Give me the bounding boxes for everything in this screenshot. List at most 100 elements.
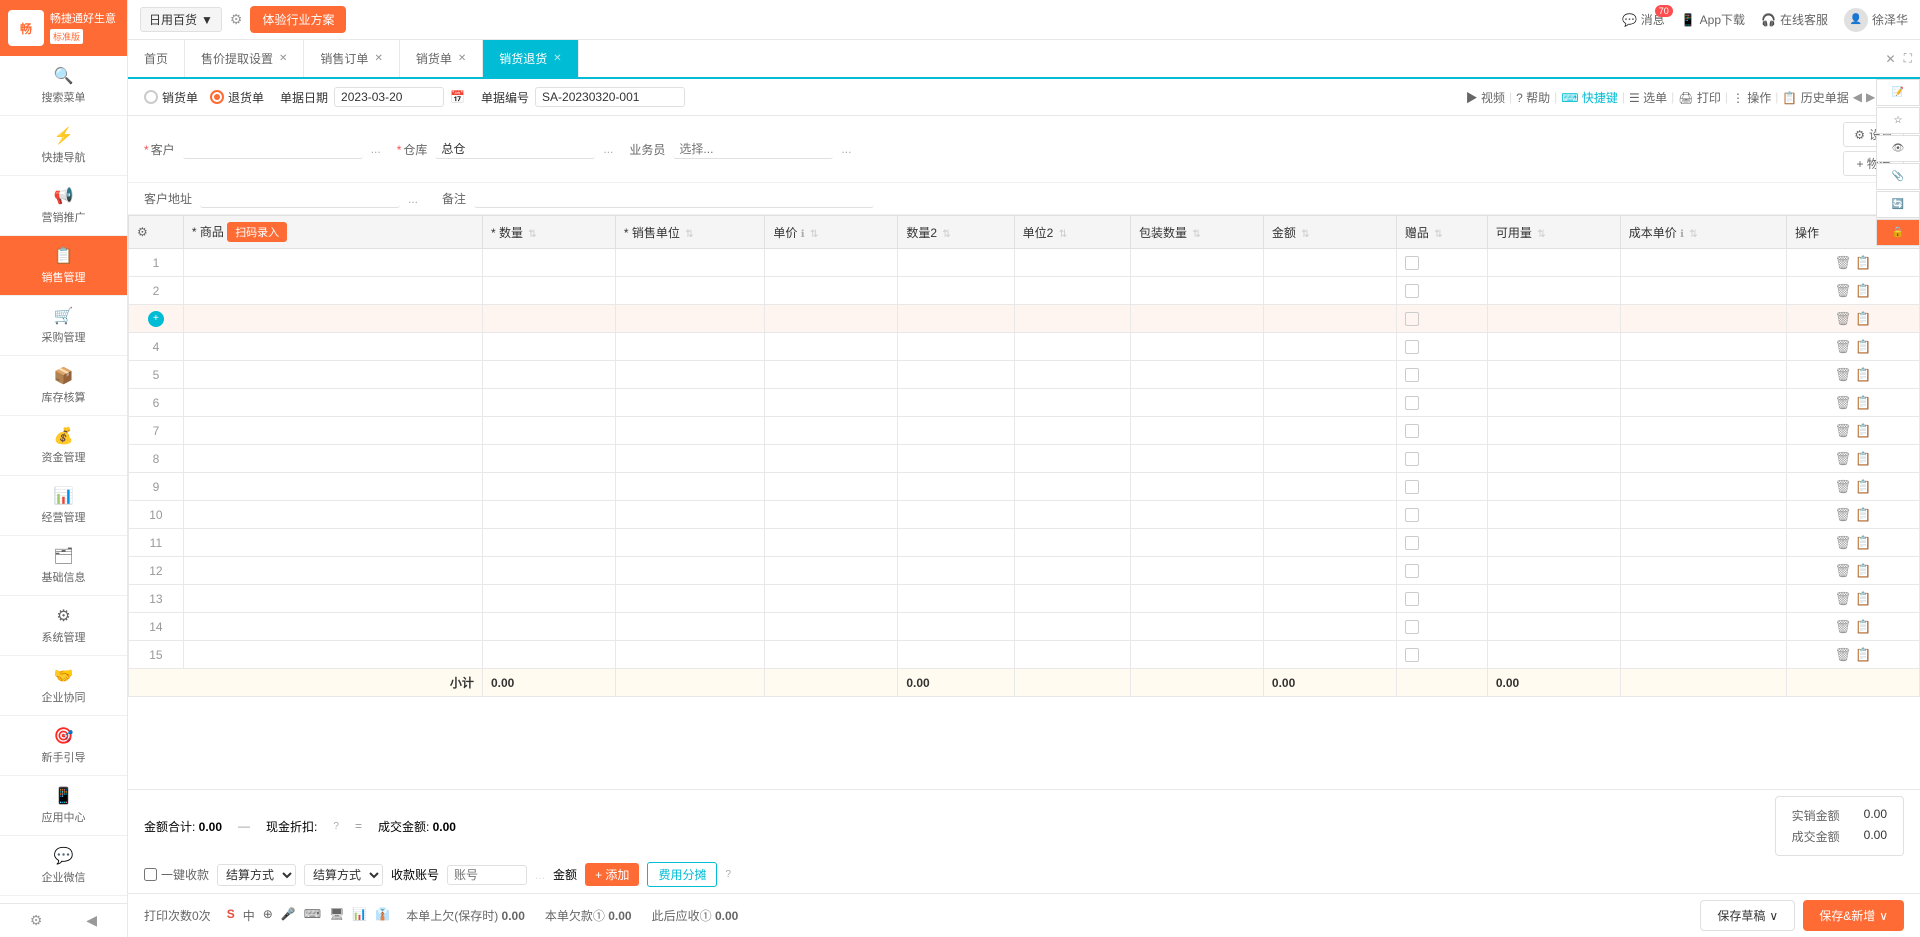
delete-btn[interactable]: 🗑 <box>1835 311 1852 327</box>
float-lock-btn[interactable]: 🔒 <box>1876 219 1920 246</box>
split-info-icon[interactable]: ? <box>725 869 731 880</box>
delete-btn[interactable]: 🗑 <box>1835 367 1852 383</box>
prev-icon[interactable]: ◀ <box>1853 90 1862 104</box>
operations-btn[interactable]: ⋮ 操作 <box>1732 89 1771 106</box>
delete-btn[interactable]: 🗑 <box>1835 255 1852 271</box>
row-product[interactable] <box>183 249 482 277</box>
sidebar-item-basic[interactable]: 🗂 基础信息 <box>0 536 127 596</box>
copy-btn[interactable]: 📋 <box>1855 507 1871 523</box>
row-quantity2[interactable] <box>898 249 1014 277</box>
delete-btn[interactable]: 🗑 <box>1835 647 1852 663</box>
row-unit-price[interactable] <box>765 305 898 333</box>
tab-home[interactable]: 首页 <box>128 40 185 77</box>
cost-price-info-icon[interactable]: ℹ <box>1680 229 1684 240</box>
copy-btn[interactable]: 📋 <box>1855 619 1871 635</box>
row-cost-price[interactable] <box>1620 305 1786 333</box>
tab-close-icon[interactable]: ✕ <box>458 53 466 64</box>
salesperson-input[interactable] <box>673 140 833 159</box>
row-gift[interactable] <box>1396 277 1487 305</box>
delete-btn[interactable]: 🗑 <box>1835 563 1852 579</box>
video-btn[interactable]: ▶ 视频 <box>1466 89 1505 106</box>
tool2-icon[interactable]: ⊕ <box>263 907 273 924</box>
copy-btn[interactable]: 📋 <box>1855 479 1871 495</box>
sidebar-item-marketing[interactable]: 📢 营销推广 <box>0 176 127 236</box>
th-gear[interactable]: ⚙ <box>129 216 184 249</box>
copy-btn[interactable]: 📋 <box>1855 367 1871 383</box>
topbar-gear-icon[interactable]: ⚙ <box>230 11 243 28</box>
row-amount[interactable] <box>1263 277 1396 305</box>
float-refresh-btn[interactable]: 🔄 <box>1876 191 1920 218</box>
tool3-icon[interactable]: 🎤 <box>281 907 296 924</box>
delete-btn[interactable]: 🗑 <box>1835 395 1852 411</box>
gift-checkbox[interactable] <box>1405 284 1419 298</box>
history-orders-btn[interactable]: 📋 历史单据 <box>1782 89 1848 106</box>
tab-close-icon[interactable]: ✕ <box>279 53 287 64</box>
add-payment-btn[interactable]: + 添加 <box>585 863 639 886</box>
serial-input[interactable] <box>535 87 685 107</box>
copy-btn[interactable]: 📋 <box>1855 647 1871 663</box>
one-click-checkbox[interactable] <box>144 868 157 881</box>
tool7-icon[interactable]: 👔 <box>375 907 390 924</box>
row-quantity[interactable] <box>482 277 615 305</box>
shortcut-btn[interactable]: ⌨ 快捷键 <box>1561 89 1618 106</box>
scan-button[interactable]: 扫码录入 <box>227 222 287 242</box>
copy-btn[interactable]: 📋 <box>1855 283 1871 299</box>
tab-sales-return[interactable]: 销货退货 ✕ <box>483 40 578 77</box>
sidebar-item-system[interactable]: ⚙ 系统管理 <box>0 596 127 656</box>
save-new-btn[interactable]: 保存&新增 ∨ <box>1803 900 1904 931</box>
next-icon[interactable]: ▶ <box>1866 90 1875 104</box>
app-download-btn[interactable]: 📱 App下载 <box>1681 11 1745 28</box>
tab-close-icon[interactable]: ✕ <box>374 53 382 64</box>
row-quantity[interactable] <box>482 249 615 277</box>
copy-btn[interactable]: 📋 <box>1855 451 1871 467</box>
calculation-select[interactable]: 结算方式 <box>304 864 383 886</box>
tab-sales-order[interactable]: 销售订单 ✕ <box>304 40 399 77</box>
delete-btn[interactable]: 🗑 <box>1835 479 1852 495</box>
tool5-icon[interactable]: 🖥 <box>329 907 344 924</box>
float-eye-btn[interactable]: 👁 <box>1876 135 1920 162</box>
sidebar-item-sales[interactable]: 📋 销售管理 <box>0 236 127 296</box>
sidebar-settings-btn[interactable]: ⚙ <box>30 912 43 929</box>
help-btn[interactable]: ? 帮助 <box>1516 89 1550 106</box>
copy-btn[interactable]: 📋 <box>1855 395 1871 411</box>
radio-delivery[interactable]: 销货单 <box>144 89 198 106</box>
add-row-icon[interactable]: + <box>148 311 164 327</box>
customer-dots[interactable]: ... <box>371 142 381 156</box>
row-unit2[interactable] <box>1014 249 1130 277</box>
copy-btn[interactable]: 📋 <box>1855 339 1871 355</box>
customer-input[interactable] <box>183 140 363 159</box>
delete-btn[interactable]: 🗑 <box>1835 283 1852 299</box>
sidebar-item-member[interactable]: 👑 畅会员 <box>0 896 127 903</box>
row-amount[interactable] <box>1263 249 1396 277</box>
split-btn[interactable]: 费用分摊 <box>647 862 717 887</box>
experience-btn[interactable]: 体验行业方案 <box>250 6 346 33</box>
expand-icon[interactable]: ⛶ <box>1904 51 1912 66</box>
row-sales-unit[interactable] <box>615 277 765 305</box>
product-input[interactable] <box>192 254 474 272</box>
delete-btn[interactable]: 🗑 <box>1835 591 1852 607</box>
sidebar-item-search[interactable]: 🔍 搜索菜单 <box>0 56 127 116</box>
row-quantity2[interactable] <box>898 305 1014 333</box>
sidebar-item-wechat[interactable]: 💬 企业微信 <box>0 836 127 896</box>
copy-btn[interactable]: 📋 <box>1855 563 1871 579</box>
gift-checkbox[interactable] <box>1405 312 1419 326</box>
row-sales-unit[interactable] <box>615 305 765 333</box>
row-gift[interactable] <box>1396 305 1487 333</box>
delete-btn[interactable]: 🗑 <box>1835 339 1852 355</box>
account-input[interactable] <box>447 865 527 885</box>
radio-return[interactable]: 退货单 <box>210 89 264 106</box>
row-cost-price[interactable] <box>1620 249 1786 277</box>
warehouse-dots[interactable]: ... <box>603 142 613 156</box>
online-service-btn[interactable]: 🎧 在线客服 <box>1761 11 1828 28</box>
row-pack-qty[interactable] <box>1130 277 1263 305</box>
copy-btn[interactable]: 📋 <box>1855 311 1871 327</box>
sidebar-item-enterprise[interactable]: 🤝 企业协同 <box>0 656 127 716</box>
calendar-icon[interactable]: 📅 <box>450 90 465 104</box>
save-draft-btn[interactable]: 保存草稿 ∨ <box>1700 900 1795 931</box>
print-btn[interactable]: 🖨 打印 <box>1678 89 1721 106</box>
settlement-select[interactable]: 结算方式 <box>217 864 296 886</box>
sidebar-item-newguide[interactable]: 🎯 新手引导 <box>0 716 127 776</box>
row-quantity2[interactable] <box>898 277 1014 305</box>
salesperson-dots[interactable]: ... <box>841 142 851 156</box>
row-pack-qty[interactable] <box>1130 249 1263 277</box>
